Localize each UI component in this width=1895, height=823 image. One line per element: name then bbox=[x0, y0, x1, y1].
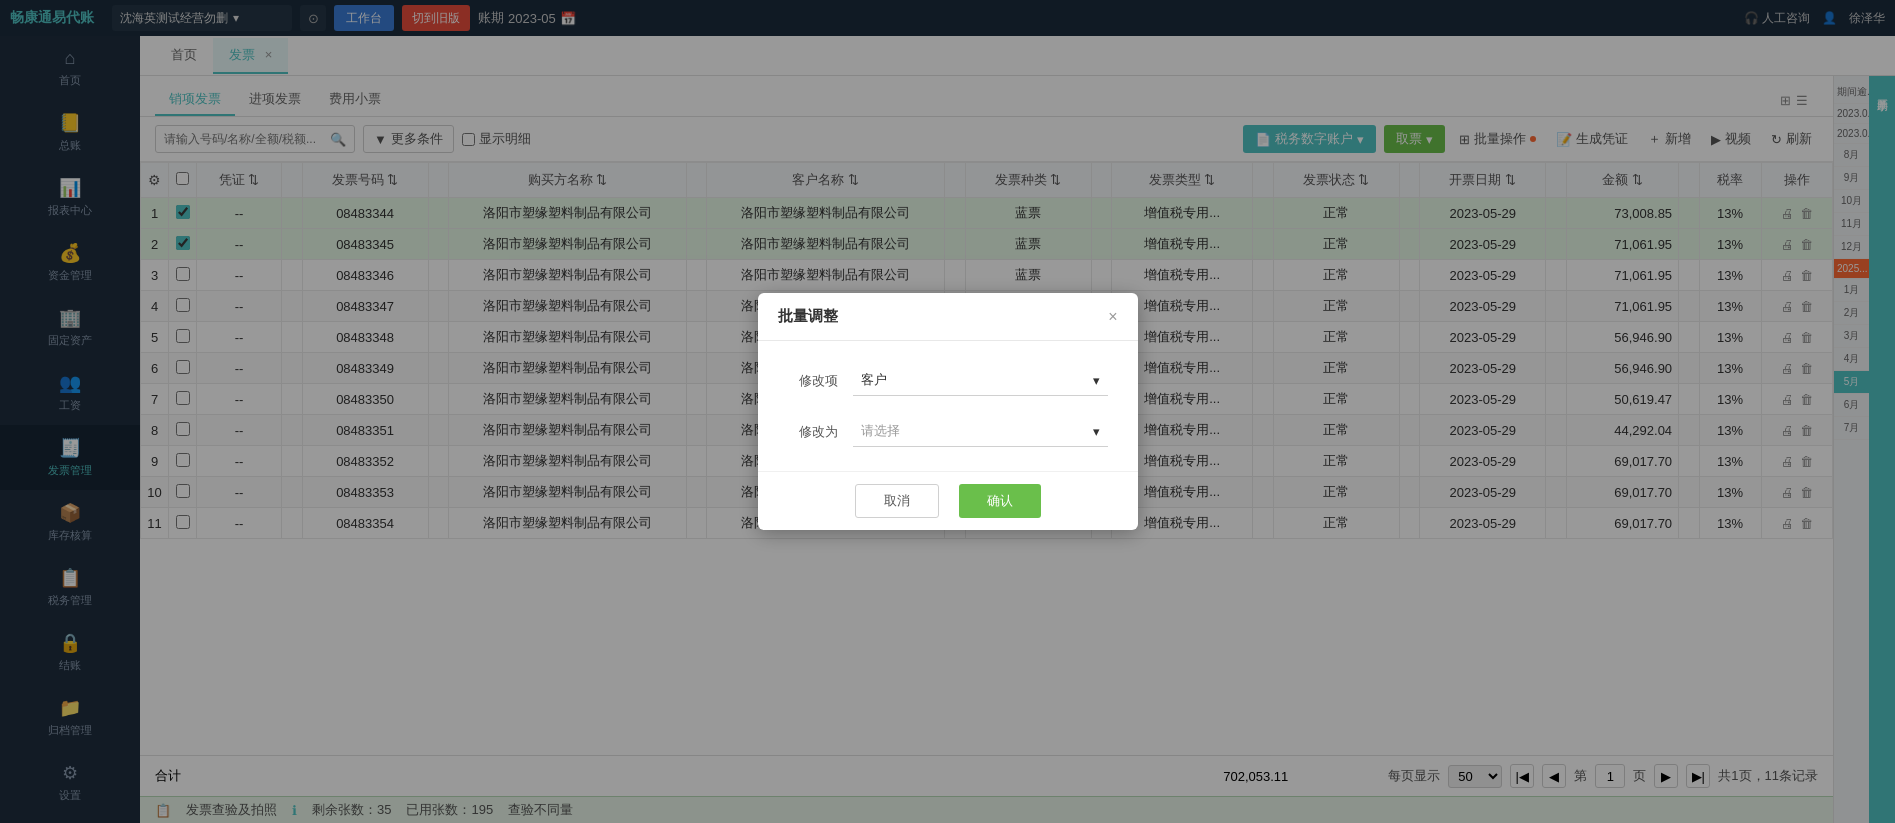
chevron-down-icon2: ▾ bbox=[1093, 424, 1100, 439]
modal-overlay[interactable]: 批量调整 × 修改项 客户 ▾ 修改为 请选择 ▾ 取消 确认 bbox=[0, 0, 1895, 823]
modal-header: 批量调整 × bbox=[758, 293, 1138, 341]
modal-close-button[interactable]: × bbox=[1108, 308, 1117, 326]
modify-to-select[interactable]: 请选择 ▾ bbox=[853, 416, 1108, 447]
confirm-button[interactable]: 确认 bbox=[959, 484, 1041, 518]
modify-item-select[interactable]: 客户 ▾ bbox=[853, 365, 1108, 396]
modal-row-to: 修改为 请选择 ▾ bbox=[788, 416, 1108, 447]
cancel-button[interactable]: 取消 bbox=[855, 484, 939, 518]
chevron-down-icon: ▾ bbox=[1093, 373, 1100, 388]
modify-to-placeholder: 请选择 bbox=[861, 422, 900, 440]
modify-item-label: 修改项 bbox=[788, 372, 838, 390]
modal-body: 修改项 客户 ▾ 修改为 请选择 ▾ bbox=[758, 341, 1138, 471]
modal-footer: 取消 确认 bbox=[758, 471, 1138, 530]
modal-row-item: 修改项 客户 ▾ bbox=[788, 365, 1108, 396]
modal-title: 批量调整 bbox=[778, 307, 838, 326]
modify-to-label: 修改为 bbox=[788, 423, 838, 441]
batch-adjust-modal: 批量调整 × 修改项 客户 ▾ 修改为 请选择 ▾ 取消 确认 bbox=[758, 293, 1138, 530]
